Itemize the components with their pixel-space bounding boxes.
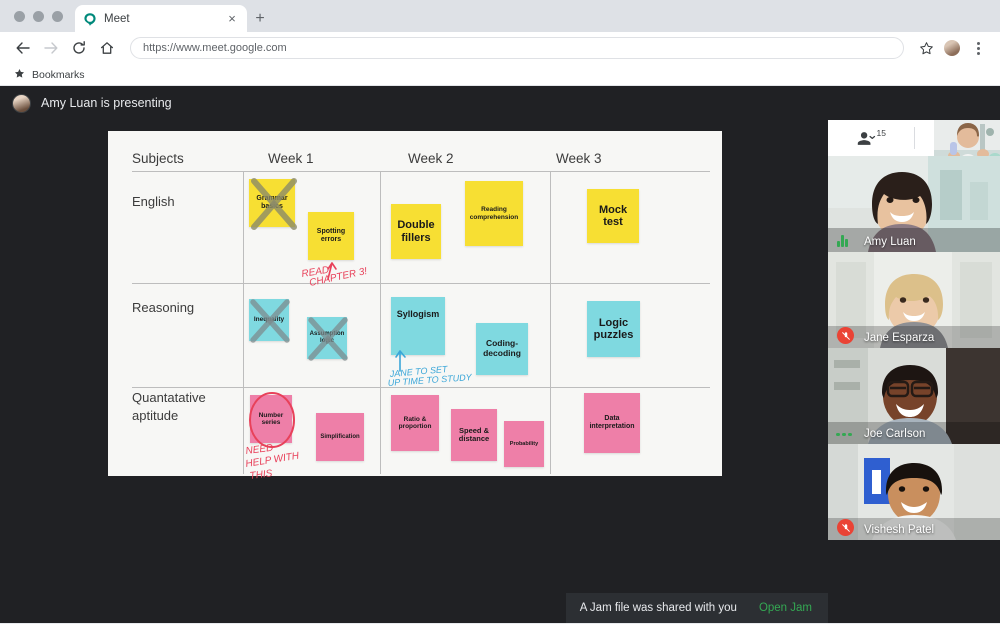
bookmark-star-icon bbox=[14, 66, 25, 84]
grid-line bbox=[132, 283, 710, 284]
participant-tile[interactable]: Amy Luan bbox=[828, 156, 1000, 252]
sticky-note[interactable]: Syllogism bbox=[391, 297, 445, 355]
participant-name: Amy Luan bbox=[864, 236, 916, 248]
grid-line bbox=[132, 387, 710, 388]
presenting-status-text: Amy Luan is presenting bbox=[41, 96, 172, 110]
board-header-subjects: Subjects bbox=[132, 151, 184, 166]
window-close-dot[interactable] bbox=[14, 11, 25, 22]
home-icon[interactable] bbox=[94, 35, 120, 61]
open-jam-link[interactable]: Open Jam bbox=[759, 602, 812, 614]
svg-text:JANE TO SET: JANE TO SET bbox=[388, 364, 449, 379]
meet-icon bbox=[83, 12, 97, 26]
browser-tab-meet[interactable]: Meet × bbox=[75, 5, 247, 32]
svg-text:HELP WITH: HELP WITH bbox=[245, 451, 301, 470]
bookmarks-bar: Bookmarks bbox=[0, 64, 1000, 86]
toast-message: A Jam file was shared with you bbox=[580, 602, 737, 614]
sticky-note[interactable]: Logic puzzles bbox=[587, 301, 640, 357]
presenter-avatar bbox=[12, 94, 31, 113]
participant-rail: 15 bbox=[828, 120, 1000, 623]
svg-text:THIS: THIS bbox=[249, 468, 273, 481]
kebab-menu-icon[interactable] bbox=[966, 36, 990, 60]
grid-line bbox=[132, 171, 710, 172]
sticky-note[interactable]: Grammar basics bbox=[249, 179, 295, 227]
board-header-week-3: Week 3 bbox=[556, 151, 602, 166]
forward-arrow-icon[interactable] bbox=[38, 35, 64, 61]
url-text: https://www.meet.google.com bbox=[143, 42, 287, 54]
sticky-note[interactable]: Mock test bbox=[587, 189, 639, 243]
window-traffic-lights bbox=[10, 0, 75, 32]
sticky-note[interactable]: Inequality bbox=[249, 299, 289, 341]
presenting-banner: Amy Luan is presenting bbox=[0, 86, 1000, 120]
grid-line bbox=[550, 171, 551, 474]
participant-tile[interactable]: Joe Carlson bbox=[828, 348, 1000, 444]
sticky-note[interactable]: Assumption logic bbox=[307, 317, 347, 359]
bookmark-star-icon[interactable] bbox=[914, 36, 938, 60]
back-arrow-icon[interactable] bbox=[10, 35, 36, 61]
row-label-reasoning: Reasoning bbox=[132, 299, 194, 317]
sticky-note[interactable]: Simplification bbox=[316, 413, 364, 461]
meet-app: Amy Luan is presenting Subjects Week 1 W… bbox=[0, 86, 1000, 623]
speaking-indicator-icon bbox=[836, 433, 852, 437]
profile-avatar-icon[interactable] bbox=[940, 36, 964, 60]
muted-microphone-icon bbox=[837, 327, 854, 344]
sticky-note[interactable]: Speed & distance bbox=[451, 409, 497, 461]
board-header-week-2: Week 2 bbox=[408, 151, 454, 166]
window-minimize-dot[interactable] bbox=[33, 11, 44, 22]
svg-text:NEED: NEED bbox=[245, 443, 274, 457]
reload-icon[interactable] bbox=[66, 35, 92, 61]
board-header-week-1: Week 1 bbox=[268, 151, 314, 166]
sticky-note[interactable]: Double fillers bbox=[391, 204, 441, 259]
sticky-note[interactable]: Ratio & proportion bbox=[391, 395, 439, 451]
speaking-indicator-icon bbox=[837, 234, 848, 247]
tab-title: Meet bbox=[104, 13, 218, 25]
participant-name: Vishesh Patel bbox=[864, 524, 934, 536]
rail-toolbar: 15 bbox=[828, 120, 1000, 156]
participant-count: 15 bbox=[877, 128, 886, 138]
window-maximize-dot[interactable] bbox=[52, 11, 63, 22]
participant-name: Jane Esparza bbox=[864, 332, 934, 344]
svg-text:UP TIME TO STUDY: UP TIME TO STUDY bbox=[387, 372, 472, 387]
bookmarks-label[interactable]: Bookmarks bbox=[32, 69, 85, 81]
close-icon[interactable]: × bbox=[225, 12, 239, 26]
jam-shared-toast: A Jam file was shared with you Open Jam bbox=[566, 593, 828, 623]
people-icon[interactable]: 15 bbox=[828, 120, 914, 156]
row-label-english: English bbox=[132, 193, 175, 211]
sticky-note[interactable]: Coding-decoding bbox=[476, 323, 528, 375]
sticky-note[interactable]: Probability bbox=[504, 421, 544, 467]
participant-tile[interactable]: Jane Esparza bbox=[828, 252, 1000, 348]
grid-line bbox=[380, 171, 381, 474]
sticky-note[interactable]: Data interpretation bbox=[584, 393, 640, 453]
browser-tab-strip: Meet × + bbox=[0, 0, 1000, 32]
sticky-note[interactable]: Number series bbox=[250, 395, 292, 443]
participant-name: Joe Carlson bbox=[864, 428, 925, 440]
participant-tile[interactable]: Vishesh Patel bbox=[828, 444, 1000, 540]
row-label-quantitative: Quantatative aptitude bbox=[132, 389, 232, 424]
new-tab-button[interactable]: + bbox=[247, 5, 273, 32]
presentation-stage: Subjects Week 1 Week 2 Week 3 English Re… bbox=[0, 120, 1000, 623]
jamboard-canvas[interactable]: Subjects Week 1 Week 2 Week 3 English Re… bbox=[108, 131, 722, 476]
address-bar[interactable]: https://www.meet.google.com bbox=[130, 37, 904, 59]
muted-microphone-icon bbox=[837, 519, 854, 536]
browser-toolbar: https://www.meet.google.com bbox=[0, 32, 1000, 64]
grid-line bbox=[243, 171, 244, 474]
sticky-note[interactable]: Spotting errors bbox=[308, 212, 354, 260]
sticky-note[interactable]: Reading comprehension bbox=[465, 181, 523, 246]
svg-text:READ: READ bbox=[301, 265, 330, 280]
